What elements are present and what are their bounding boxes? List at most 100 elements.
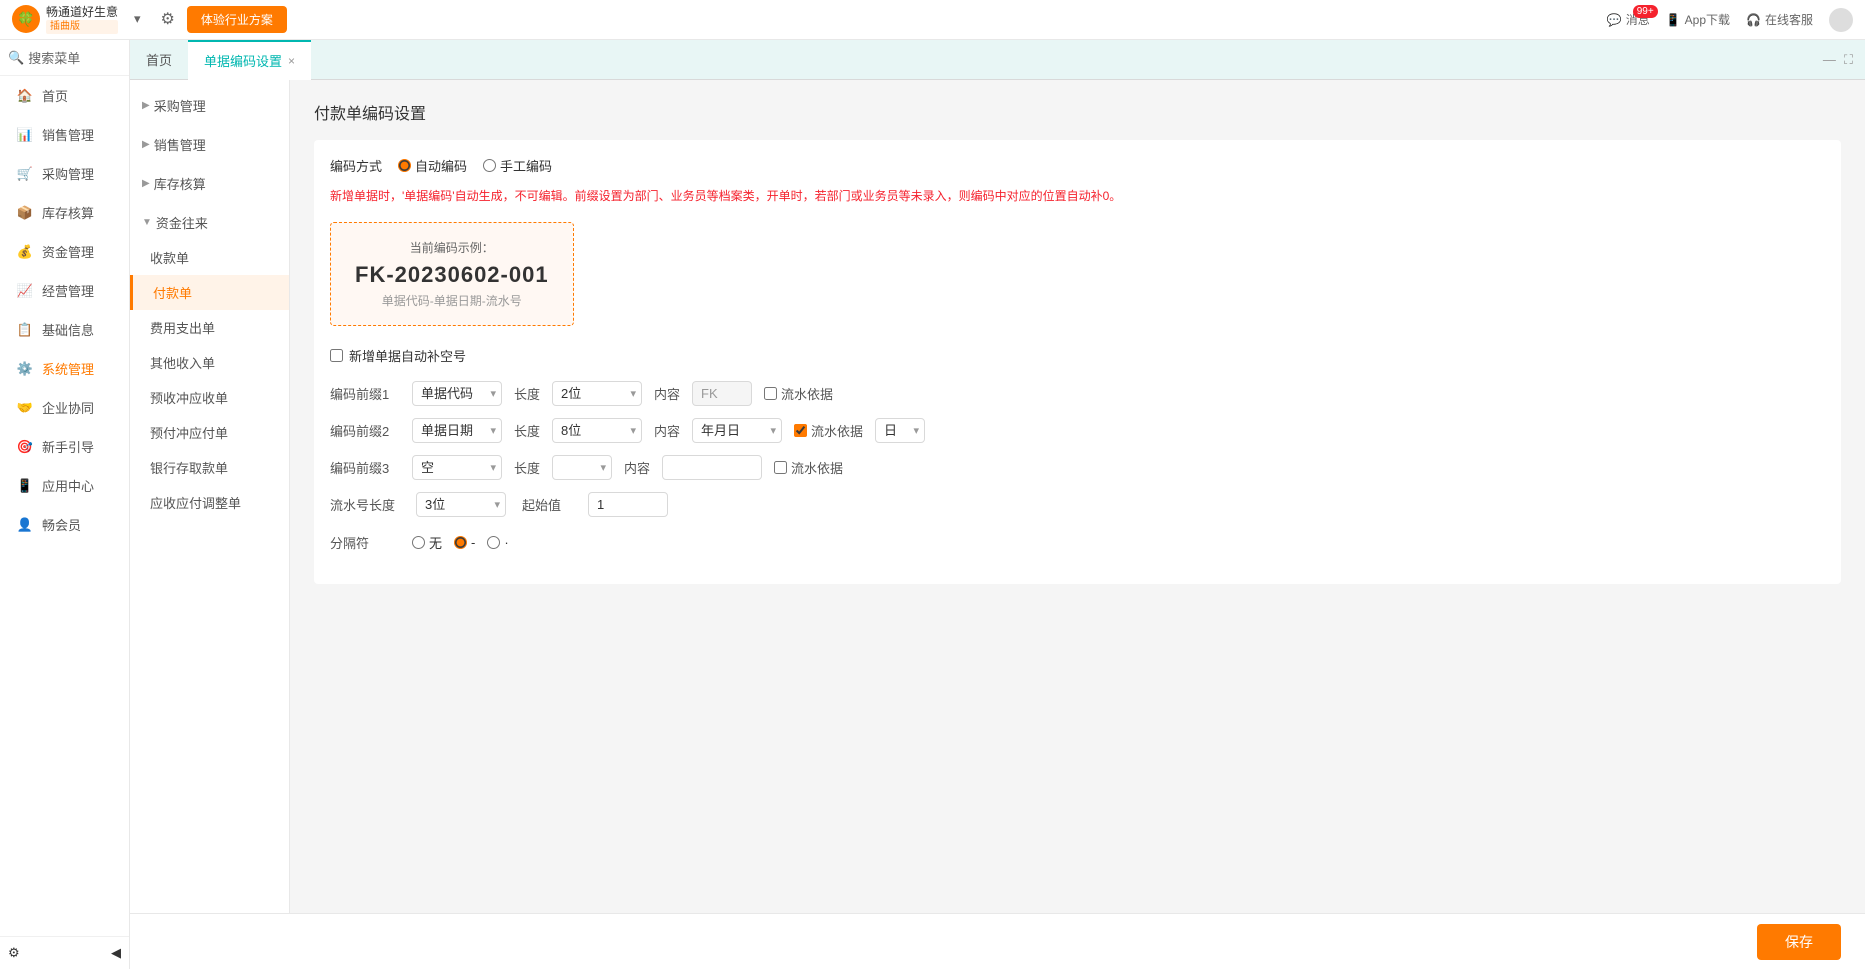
sidebar: 🔍 搜索菜单 🏠 首页 📊 销售管理 🛒 采购管理 📦 库存核算 💰 资金管理 …	[0, 40, 130, 969]
arrow-icon: ▶	[142, 178, 150, 189]
appcenter-icon: 📱	[16, 477, 34, 495]
manual-encode-radio[interactable]	[483, 159, 496, 172]
sep-dash-option[interactable]: -	[454, 535, 475, 550]
sidebar-item-purchase[interactable]: 🛒 采购管理	[0, 154, 129, 193]
sep-dash-radio[interactable]	[454, 536, 467, 549]
sidebar-item-sales[interactable]: 📊 销售管理	[0, 115, 129, 154]
sep-dot-radio[interactable]	[487, 536, 500, 549]
submenu-group-finance: ▼ 资金往来 收款单 付款单 费用支出单 其他收入单	[130, 205, 289, 520]
sep-none-option[interactable]: 无	[412, 533, 442, 552]
sidebar-item-inventory[interactable]: 📦 库存核算	[0, 193, 129, 232]
arrow-icon: ▶	[142, 139, 150, 150]
prefix2-select[interactable]: 单据日期	[412, 418, 502, 443]
sidebar-item-appcenter[interactable]: 📱 应用中心	[0, 466, 129, 505]
prefix2-water-checkbox[interactable]	[794, 424, 807, 437]
main-wrapper: 🔍 搜索菜单 🏠 首页 📊 销售管理 🛒 采购管理 📦 库存核算 💰 资金管理 …	[0, 40, 1865, 969]
prefix3-water-check: 流水依据	[774, 458, 843, 477]
auto-encode-radio[interactable]	[398, 159, 411, 172]
prefix1-select-wrapper: 单据代码	[412, 381, 502, 406]
sidebar-item-operations[interactable]: 📈 经营管理	[0, 271, 129, 310]
topbar: 🍀 畅通道好生意 插曲版 ▾ ⚙ 体验行业方案 💬 消息 99+ 📱 App下载…	[0, 0, 1865, 40]
topbar-right: 💬 消息 99+ 📱 App下载 🎧 在线客服	[1607, 8, 1853, 32]
encode-section: 编码方式 自动编码 手工编码 新增单据时，'单据编码'自动生成，不可编辑。前缀设…	[314, 140, 1841, 584]
submenu-title-finance[interactable]: ▼ 资金往来	[130, 205, 289, 240]
tab-maximize-icon[interactable]: ⛶	[1844, 52, 1853, 68]
prefix1-select[interactable]: 单据代码	[412, 381, 502, 406]
sidebar-item-home[interactable]: 🏠 首页	[0, 76, 129, 115]
arrow-down-icon: ▼	[142, 217, 152, 228]
message-button[interactable]: 💬 消息 99+	[1607, 11, 1650, 28]
basic-icon: 📋	[16, 321, 34, 339]
sidebar-bottom: ⚙ ◀	[0, 936, 129, 969]
sub-menu: ▶ 采购管理 ▶ 销售管理 ▶ 库存核算	[130, 80, 290, 913]
prefix3-select-wrapper: 空	[412, 455, 502, 480]
purchase-icon: 🛒	[16, 165, 34, 183]
prefix3-water-checkbox[interactable]	[774, 461, 787, 474]
submenu-item-expense[interactable]: 费用支出单	[130, 310, 289, 345]
service-button[interactable]: 🎧 在线客服	[1746, 11, 1813, 28]
separator-row: 分隔符 无 - ·	[330, 533, 1825, 552]
start-val-input[interactable]	[588, 492, 668, 517]
auto-fill-row: 新增单据自动补空号	[330, 346, 1825, 365]
submenu-item-payment[interactable]: 付款单	[130, 275, 289, 310]
sidebar-search[interactable]: 🔍 搜索菜单	[0, 40, 129, 76]
auto-fill-checkbox[interactable]	[330, 349, 343, 362]
member-icon: 👤	[16, 516, 34, 534]
sep-none-radio[interactable]	[412, 536, 425, 549]
sidebar-item-basic[interactable]: 📋 基础信息	[0, 310, 129, 349]
message-icon: 💬	[1607, 13, 1622, 27]
trial-button[interactable]: 体验行业方案	[187, 6, 287, 33]
prefix1-content-input[interactable]	[692, 381, 752, 406]
prefix2-len-select[interactable]: 8位	[552, 418, 642, 443]
submenu-item-adjust[interactable]: 应收应付调整单	[130, 485, 289, 520]
sidebar-item-enterprise[interactable]: 🤝 企业协同	[0, 388, 129, 427]
submenu-title-sales[interactable]: ▶ 销售管理	[130, 127, 289, 162]
system-icon: ⚙️	[16, 360, 34, 378]
sidebar-item-system[interactable]: ⚙️ 系统管理	[0, 349, 129, 388]
submenu-title-purchase[interactable]: ▶ 采购管理	[130, 88, 289, 123]
settings-icon[interactable]: ⚙	[157, 5, 179, 33]
submenu-group-purchase: ▶ 采购管理	[130, 88, 289, 123]
operations-icon: 📈	[16, 282, 34, 300]
tab-minimize-icon[interactable]: —	[1823, 52, 1836, 67]
arrow-icon: ▶	[142, 100, 150, 111]
submenu-item-prepay-receive[interactable]: 预收冲应收单	[130, 380, 289, 415]
content-area: ▶ 采购管理 ▶ 销售管理 ▶ 库存核算	[130, 80, 1865, 913]
tab-home[interactable]: 首页	[130, 40, 188, 80]
sidebar-item-newguide[interactable]: 🎯 新手引导	[0, 427, 129, 466]
topbar-dropdown[interactable]: ▾	[126, 7, 149, 31]
avatar[interactable]	[1829, 8, 1853, 32]
topbar-left: 🍀 畅通道好生意 插曲版 ▾ ⚙ 体验行业方案	[12, 5, 287, 33]
prefix3-select[interactable]: 空	[412, 455, 502, 480]
prefix3-content-input[interactable]	[662, 455, 762, 480]
prefix1-len-select[interactable]: 2位	[552, 381, 642, 406]
tab-close-icon[interactable]: ×	[288, 54, 295, 68]
auto-encode-option[interactable]: 自动编码	[398, 156, 467, 175]
sep-dot-option[interactable]: ·	[487, 535, 508, 550]
submenu-title-inventory[interactable]: ▶ 库存核算	[130, 166, 289, 201]
app-download-button[interactable]: 📱 App下载	[1666, 11, 1730, 28]
home-icon: 🏠	[16, 87, 34, 105]
code-preview: 当前编码示例： FK-20230602-001 单据代码-单据日期-流水号	[330, 222, 574, 326]
prefix2-content-select-wrapper: 年月日	[692, 418, 782, 443]
submenu-item-receipt[interactable]: 收款单	[130, 240, 289, 275]
prefix2-row: 编码前缀2 单据日期 长度 8位 内容	[330, 418, 1825, 443]
encode-method: 编码方式 自动编码 手工编码	[330, 156, 1825, 175]
sidebar-collapse-icon[interactable]: ◀	[111, 945, 121, 961]
manual-encode-option[interactable]: 手工编码	[483, 156, 552, 175]
tab-encoding[interactable]: 单据编码设置 ×	[188, 40, 311, 80]
prefix2-water-unit-select[interactable]: 日	[875, 418, 925, 443]
submenu-item-prepay-pay[interactable]: 预付冲应付单	[130, 415, 289, 450]
sidebar-settings-icon[interactable]: ⚙	[8, 945, 20, 961]
logo-icon: 🍀	[12, 5, 40, 33]
prefix1-water-checkbox[interactable]	[764, 387, 777, 400]
sidebar-item-finance[interactable]: 💰 资金管理	[0, 232, 129, 271]
submenu-item-other-income[interactable]: 其他收入单	[130, 345, 289, 380]
serial-len-select[interactable]: 3位	[416, 492, 506, 517]
save-button[interactable]: 保存	[1757, 924, 1841, 960]
prefix2-water-unit-wrapper: 日	[875, 418, 925, 443]
prefix3-len-select[interactable]	[552, 455, 612, 480]
submenu-item-bank-deposit[interactable]: 银行存取款单	[130, 450, 289, 485]
sidebar-item-member[interactable]: 👤 畅会员	[0, 505, 129, 544]
prefix2-content-select[interactable]: 年月日	[692, 418, 782, 443]
